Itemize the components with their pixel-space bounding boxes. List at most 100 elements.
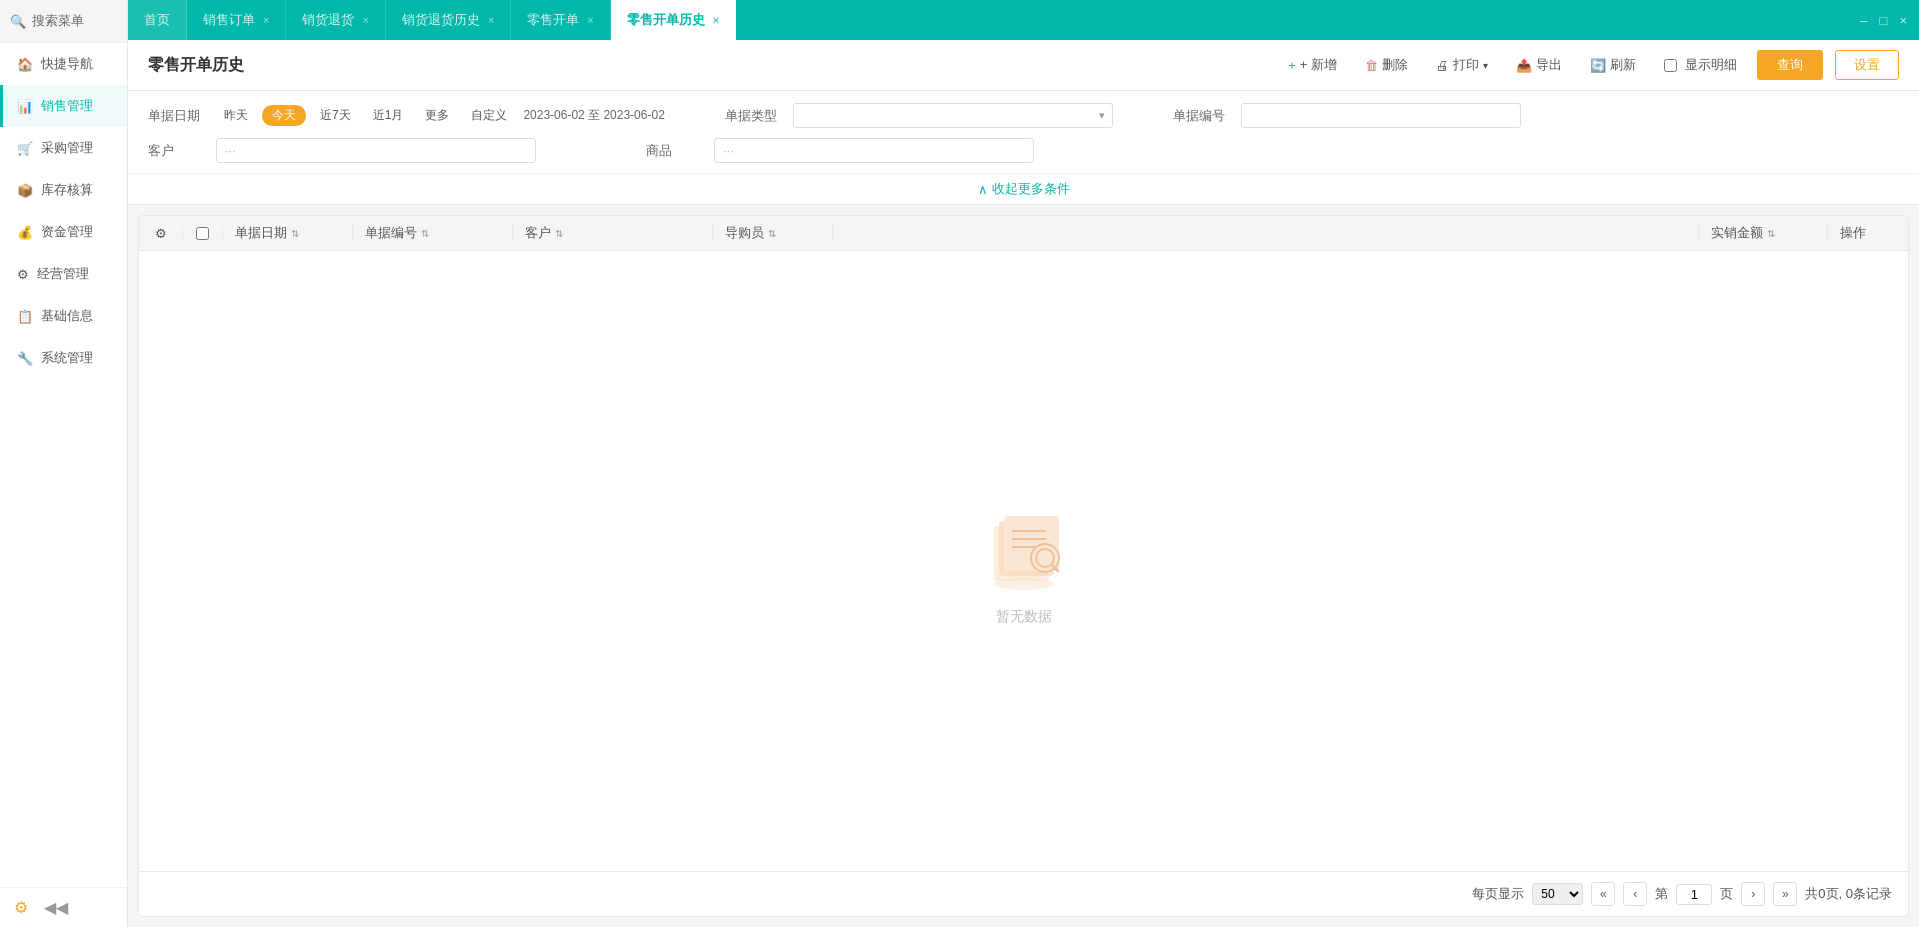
sidebar-nav: 🏠 快捷导航 📊 销售管理 🛒 采购管理 📦 库存核算 💰 资金管理 ⚙ 经营管… [0,43,127,887]
date-options: 昨天 今天 近7天 近1月 更多 自定义 [216,105,515,126]
sidebar-item-system[interactable]: 🔧 系统管理 [0,337,127,379]
display-detail-button[interactable]: 显示明细 [1656,52,1745,78]
next-page-button[interactable]: › [1741,882,1765,906]
tab-home-label: 首页 [144,11,170,29]
th-guide-label: 导购员 [725,224,764,242]
date-yesterday[interactable]: 昨天 [216,105,256,126]
tabs-bar: 首页 销售订单 × 销货退货 × 销货退货历史 × 零售开单 × 零售开单历史 … [128,0,1919,40]
page-header: 零售开单历史 + + 新增 🗑 删除 🖨 打印 ▾ 📤 导出 🔄 刷新 [128,40,1919,91]
print-icon: 🖨 [1436,58,1449,73]
tab-retail-history[interactable]: 零售开单历史 × [611,0,736,40]
tab-retail-open[interactable]: 零售开单 × [511,0,610,40]
th-amount-sort-icon[interactable]: ⇅ [1767,228,1775,239]
sidebar-item-ops[interactable]: ⚙ 经营管理 [0,253,127,295]
prev-page-button[interactable]: ‹ [1623,882,1647,906]
display-detail-label: 显示明细 [1685,56,1737,74]
sidebar-item-sales-mgmt[interactable]: 📊 销售管理 [0,85,127,127]
refresh-label: 刷新 [1610,56,1636,74]
th-guide-sort-icon[interactable]: ⇅ [768,228,776,239]
per-page-select[interactable]: 50 10 20 100 [1532,883,1583,905]
export-button[interactable]: 📤 导出 [1508,52,1570,78]
list-icon: 📋 [17,309,33,324]
type-select-wrapper: ▾ [793,103,1113,128]
customer-input[interactable]: ··· [216,138,536,163]
order-no-input[interactable] [1241,103,1521,128]
close-tab-sales-return-history[interactable]: × [488,14,494,26]
tab-sales-return-history-label: 销货退货历史 [402,11,480,29]
sidebar-item-label: 系统管理 [41,349,93,367]
goods-filter-label: 商品 [646,142,706,160]
pagination: 每页显示 50 10 20 100 « ‹ 第 页 › » 共0页, 0条记录 [139,871,1908,916]
date-7days[interactable]: 近7天 [312,105,359,126]
th-date: 单据日期 ⇅ [223,224,353,242]
page-label-post: 页 [1720,885,1733,903]
setting-button[interactable]: 设置 [1835,50,1899,80]
close-tab-sales-return[interactable]: × [362,14,368,26]
print-button[interactable]: 🖨 打印 ▾ [1428,52,1496,78]
sidebar-item-quick-nav[interactable]: 🏠 快捷导航 [0,43,127,85]
date-1month[interactable]: 近1月 [365,105,412,126]
close-tab-sales-order[interactable]: × [263,14,269,26]
column-settings-icon[interactable]: ⚙ [155,226,167,241]
empty-state: 暂无数据 [139,251,1908,871]
tab-sales-return-history[interactable]: 销货退货历史 × [386,0,511,40]
th-checkbox [183,227,223,240]
th-order-no-label: 单据编号 [365,224,417,242]
sidebar-item-basic[interactable]: 📋 基础信息 [0,295,127,337]
sidebar-search[interactable]: 🔍 搜索菜单 [0,0,127,43]
tab-sales-order[interactable]: 销售订单 × [187,0,286,40]
close-tab-retail-open[interactable]: × [587,14,593,26]
print-chevron-icon: ▾ [1483,60,1488,71]
th-settings[interactable]: ⚙ [139,226,183,241]
customer-filter-label: 客户 [148,142,208,160]
last-page-button[interactable]: » [1773,882,1797,906]
type-select-input[interactable] [793,103,1113,128]
tab-sales-return[interactable]: 销货退货 × [286,0,385,40]
collapse-more-button[interactable]: ∧ 收起更多条件 [128,173,1919,204]
date-range-display: 2023-06-02 至 2023-06-02 [523,107,664,124]
sidebar-item-inventory[interactable]: 📦 库存核算 [0,169,127,211]
print-label: 打印 [1453,56,1479,74]
sidebar-item-purchase-mgmt[interactable]: 🛒 采购管理 [0,127,127,169]
select-all-checkbox[interactable] [196,227,209,240]
goods-input[interactable]: ··· [714,138,1034,163]
table-area: ⚙ 单据日期 ⇅ 单据编号 ⇅ 客户 ⇅ 导购员 ⇅ 实 [138,215,1909,917]
sidebar-item-label: 资金管理 [41,223,93,241]
collapse-sidebar-button[interactable]: ◀◀ [44,898,68,917]
sidebar-item-finance[interactable]: 💰 资金管理 [0,211,127,253]
tab-home[interactable]: 首页 [128,0,187,40]
settings-button[interactable]: ⚙ [14,898,28,917]
date-more[interactable]: 更多 [417,105,457,126]
sidebar: 🔍 搜索菜单 🏠 快捷导航 📊 销售管理 🛒 采购管理 📦 库存核算 💰 资金管… [0,0,128,927]
main-content: 首页 销售订单 × 销货退货 × 销货退货历史 × 零售开单 × 零售开单历史 … [128,0,1919,927]
refresh-button[interactable]: 🔄 刷新 [1582,52,1644,78]
filter-row-2: 客户 ··· 商品 ··· [148,138,1899,163]
goods-dots-icon: ··· [723,143,734,158]
type-filter-label: 单据类型 [725,107,785,125]
window-close-icon[interactable]: × [1899,13,1907,28]
home-icon: 🏠 [17,57,33,72]
close-tab-retail-history[interactable]: × [713,14,719,26]
first-page-button[interactable]: « [1591,882,1615,906]
page-summary: 共0页, 0条记录 [1805,885,1892,903]
th-action: 操作 [1828,224,1908,242]
sidebar-item-label: 库存核算 [41,181,93,199]
minus-icon[interactable]: – [1860,13,1867,28]
sidebar-item-label: 采购管理 [41,139,93,157]
tab-retail-open-label: 零售开单 [527,11,579,29]
th-customer-label: 客户 [525,224,551,242]
add-button[interactable]: + + 新增 [1280,52,1345,78]
th-customer-sort-icon[interactable]: ⇅ [555,228,563,239]
page-number-input[interactable] [1676,884,1712,905]
maximize-icon[interactable]: □ [1880,13,1888,28]
display-detail-checkbox[interactable] [1664,59,1677,72]
date-custom[interactable]: 自定义 [463,105,515,126]
query-button[interactable]: 查询 [1757,50,1823,80]
sidebar-item-label: 销售管理 [41,97,93,115]
date-today[interactable]: 今天 [262,105,306,126]
settings-icon: 🔧 [17,351,33,366]
th-order-no-sort-icon[interactable]: ⇅ [421,228,429,239]
delete-button[interactable]: 🗑 删除 [1357,52,1416,78]
th-date-sort-icon[interactable]: ⇅ [291,228,299,239]
tab-sales-order-label: 销售订单 [203,11,255,29]
